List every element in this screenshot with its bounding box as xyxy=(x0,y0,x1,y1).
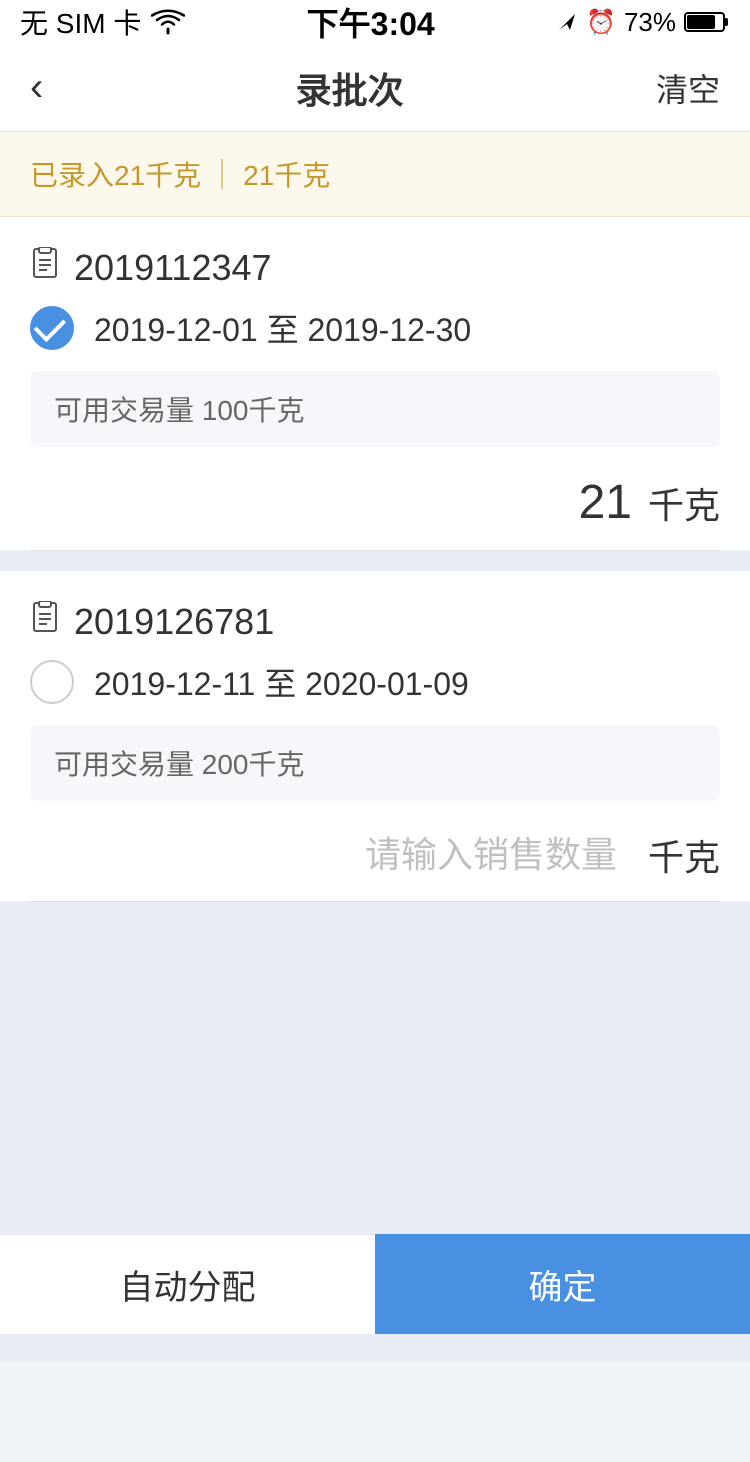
batch2-input-unit: 千克 xyxy=(648,829,720,881)
batch2-id: 2019126781 xyxy=(74,601,274,643)
nav-title: 录批次 xyxy=(296,62,404,114)
section-gap xyxy=(0,551,750,571)
batch2-date: 2019-12-11 至 2020-01-09 xyxy=(94,659,469,705)
batch1-date: 2019-12-01 至 2019-12-30 xyxy=(94,305,471,351)
status-right: ⏰ 73% xyxy=(556,7,730,38)
batch2-header: 2019126781 xyxy=(30,601,720,643)
alarm-icon: ⏰ xyxy=(586,8,616,37)
batch1-header: 2019112347 xyxy=(30,247,720,289)
batch-item-2: 2019126781 2019-12-11 至 2020-01-09 可用交易量… xyxy=(0,571,750,801)
batch2-date-row: 2019-12-11 至 2020-01-09 xyxy=(30,659,720,705)
recorded-value: 21千克 xyxy=(243,154,330,194)
back-button[interactable]: ‹ xyxy=(30,65,43,110)
status-left: 无 SIM 卡 xyxy=(20,2,185,42)
page-wrapper: 无 SIM 卡 下午3:04 ⏰ 73% xyxy=(0,0,750,1462)
batch-item-1: 2019112347 2019-12-01 至 2019-12-30 可用交易量… xyxy=(0,217,750,447)
auto-distribute-button[interactable]: 自动分配 xyxy=(0,1234,375,1334)
wifi-icon xyxy=(151,9,185,35)
batch1-icon xyxy=(30,247,64,289)
battery-percent: 73% xyxy=(624,7,676,38)
batch1-id: 2019112347 xyxy=(74,247,272,289)
batch1-amount-row: 21 千克 xyxy=(0,447,750,550)
carrier-text: 无 SIM 卡 xyxy=(20,2,141,42)
recorded-label: 已录入21千克 xyxy=(30,154,201,194)
batch2-available: 可用交易量 200千克 xyxy=(30,725,720,801)
batch1-date-row: 2019-12-01 至 2019-12-30 xyxy=(30,305,720,351)
bottom-bar: 自动分配 确定 xyxy=(0,1234,750,1334)
batch1-radio[interactable] xyxy=(30,306,74,350)
batch1-amount-value: 21 xyxy=(579,475,632,530)
batch2-icon xyxy=(30,601,64,643)
nav-bar: ‹ 录批次 清空 xyxy=(0,44,750,132)
info-banner: 已录入21千克 21千克 xyxy=(0,132,750,217)
clear-button[interactable]: 清空 xyxy=(656,65,720,111)
location-icon xyxy=(556,11,578,33)
battery-icon xyxy=(684,10,730,34)
batch1-amount-unit: 千克 xyxy=(648,477,720,529)
batch2-input-row: 千克 xyxy=(0,801,750,901)
status-bar: 无 SIM 卡 下午3:04 ⏰ 73% xyxy=(0,0,750,44)
qty-input[interactable] xyxy=(332,834,632,876)
batch2-radio[interactable] xyxy=(30,660,74,704)
confirm-button[interactable]: 确定 xyxy=(375,1234,750,1334)
bottom-spacer xyxy=(0,1362,750,1462)
batch1-available: 可用交易量 100千克 xyxy=(30,371,720,447)
info-divider xyxy=(221,159,223,189)
status-time: 下午3:04 xyxy=(307,0,435,45)
